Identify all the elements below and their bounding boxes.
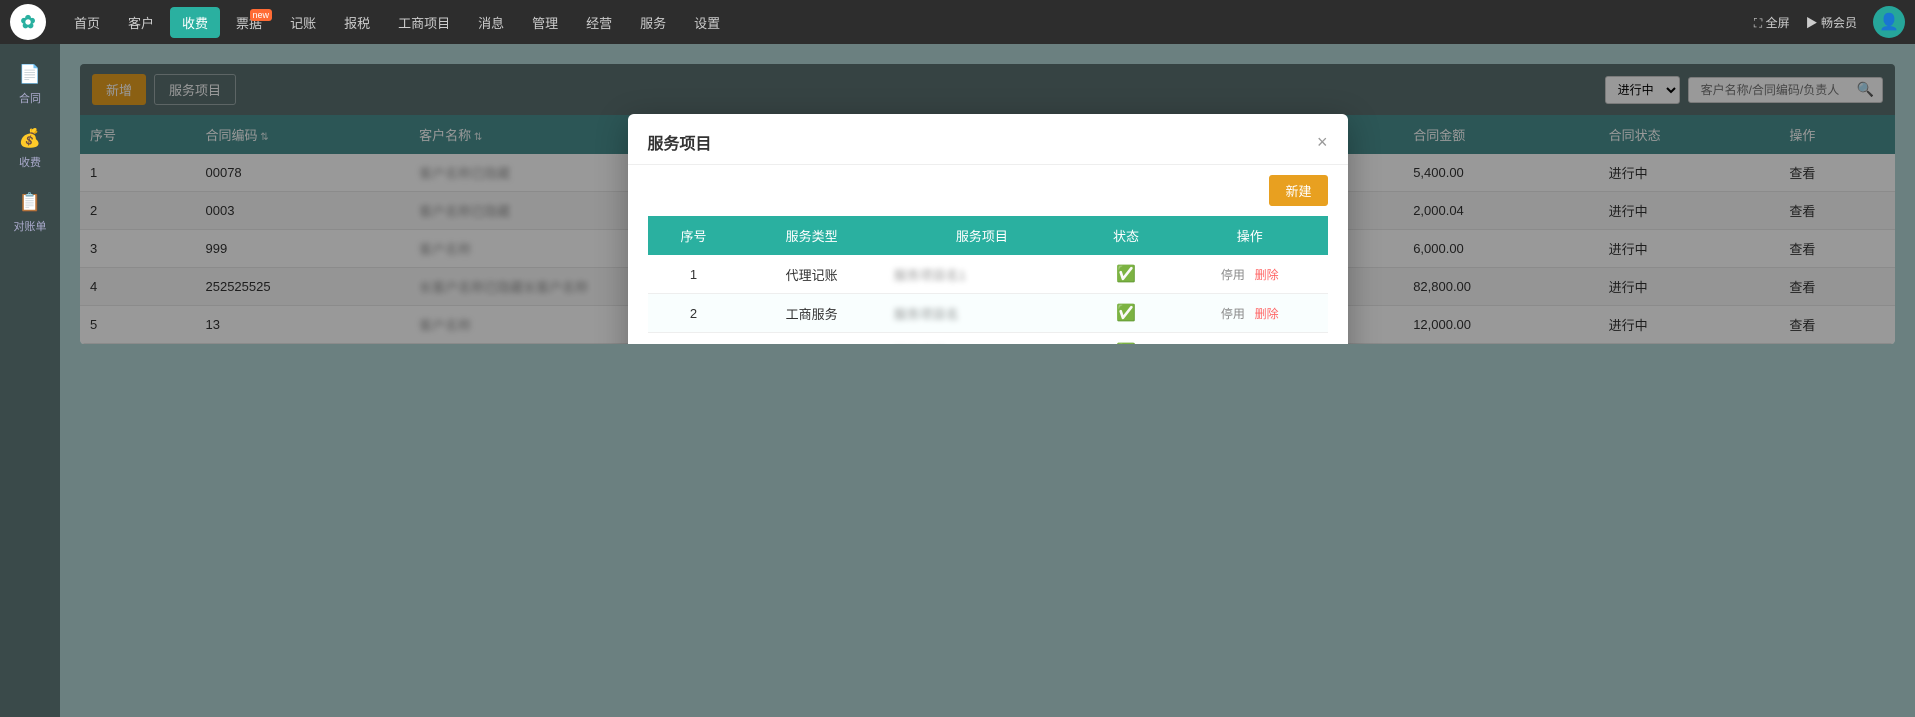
top-navigation: ✿ 首页 客户 收费 票据 new 记账 报税 工商项目 消息 管理 经营 服务… — [0, 0, 1915, 44]
stop-button[interactable]: 停用 — [1221, 268, 1245, 282]
modal-cell-op: 停用 删除 — [1172, 294, 1327, 333]
status-check-icon: ✅ — [1116, 305, 1136, 322]
nav-service[interactable]: 服务 — [628, 7, 678, 38]
service-items-table: 序号 服务类型 服务项目 状态 操作 1 代理记账 — [648, 216, 1328, 344]
modal-cell-type: 代理记账 — [740, 255, 884, 294]
nav-items: 首页 客户 收费 票据 new 记账 报税 工商项目 消息 管理 经营 服务 设… — [62, 7, 1754, 38]
modal-toolbar: 新建 — [628, 165, 1348, 216]
nav-industry[interactable]: 工商项目 — [386, 7, 462, 38]
modal-new-button[interactable]: 新建 — [1269, 175, 1327, 206]
modal-cell-item: 服务项目名1 — [884, 255, 1080, 294]
modal-col-no: 序号 — [648, 216, 740, 255]
status-check-icon: ✅ — [1116, 266, 1136, 283]
modal-col-op: 操作 — [1172, 216, 1327, 255]
modal-cell-status: ✅ — [1080, 255, 1172, 294]
modal-cell-op: 停用 删除 — [1172, 255, 1327, 294]
modal-table-row: 2 工商服务 服务项目名 ✅ 停用 删除 — [648, 294, 1328, 333]
fullscreen-btn[interactable]: ⛶ 全屏 — [1754, 14, 1790, 31]
main-layout: 📄 合同 💰 收费 📋 对账单 新增 服务项目 进行中 全部 已结束 — [0, 44, 1915, 717]
left-sidebar: 📄 合同 💰 收费 📋 对账单 — [0, 44, 60, 717]
modal-cell-item: 服务项目名 — [884, 294, 1080, 333]
nav-right: ⛶ 全屏 ▶ 畅会员 👤 — [1754, 6, 1905, 38]
content-area: 新增 服务项目 进行中 全部 已结束 🔍 — [60, 44, 1915, 717]
contract-icon: 📄 — [18, 62, 42, 86]
modal-overlay: 服务项目 × 新建 序号 服务类型 服务项目 — [80, 64, 1895, 344]
new-badge: new — [250, 9, 273, 21]
modal-header: 服务项目 × — [628, 114, 1348, 165]
sidebar-item-fees[interactable]: 💰 收费 — [2, 118, 58, 178]
logo: ✿ — [10, 4, 46, 40]
modal-cell-status: ✅ — [1080, 333, 1172, 345]
sidebar-item-contract-label: 合同 — [19, 90, 41, 106]
stop-button[interactable]: 停用 — [1221, 307, 1245, 321]
nav-settings[interactable]: 设置 — [682, 7, 732, 38]
delete-button[interactable]: 删除 — [1255, 268, 1279, 282]
nav-fees[interactable]: 收费 — [170, 7, 220, 38]
modal-table-row: 3 工商服务 服务项目 ✅ 停用 删除 — [648, 333, 1328, 345]
sidebar-item-statement[interactable]: 📋 对账单 — [2, 182, 58, 242]
main-panel: 新增 服务项目 进行中 全部 已结束 🔍 — [80, 64, 1895, 344]
modal-cell-no: 2 — [648, 294, 740, 333]
delete-button[interactable]: 删除 — [1255, 307, 1279, 321]
sidebar-item-statement-label: 对账单 — [14, 218, 47, 234]
statement-icon: 📋 — [18, 190, 42, 214]
nav-operate[interactable]: 经营 — [574, 7, 624, 38]
modal-cell-type: 工商服务 — [740, 294, 884, 333]
modal-cell-op: 停用 删除 — [1172, 333, 1327, 345]
nav-tax[interactable]: 报税 — [332, 7, 382, 38]
modal-cell-no: 3 — [648, 333, 740, 345]
modal-col-status: 状态 — [1080, 216, 1172, 255]
modal-table-row: 1 代理记账 服务项目名1 ✅ 停用 删除 — [648, 255, 1328, 294]
modal-cell-no: 1 — [648, 255, 740, 294]
sidebar-item-fees-label: 收费 — [19, 154, 41, 170]
nav-customer[interactable]: 客户 — [116, 7, 166, 38]
modal-table-wrap: 序号 服务类型 服务项目 状态 操作 1 代理记账 — [628, 216, 1348, 344]
modal-cell-item: 服务项目 — [884, 333, 1080, 345]
member-btn[interactable]: ▶ 畅会员 — [1806, 14, 1857, 31]
modal-cell-status: ✅ — [1080, 294, 1172, 333]
nav-message[interactable]: 消息 — [466, 7, 516, 38]
fees-icon: 💰 — [18, 126, 42, 150]
modal-close-button[interactable]: × — [1317, 133, 1328, 151]
nav-invoice[interactable]: 票据 new — [224, 7, 274, 38]
nav-bookkeeping[interactable]: 记账 — [278, 7, 328, 38]
modal-col-item: 服务项目 — [884, 216, 1080, 255]
modal-title: 服务项目 — [648, 130, 712, 154]
user-avatar[interactable]: 👤 — [1873, 6, 1905, 38]
modal-cell-type: 工商服务 — [740, 333, 884, 345]
nav-manage[interactable]: 管理 — [520, 7, 570, 38]
nav-home[interactable]: 首页 — [62, 7, 112, 38]
modal-col-type: 服务类型 — [740, 216, 884, 255]
modal-dialog: 服务项目 × 新建 序号 服务类型 服务项目 — [628, 114, 1348, 344]
sidebar-item-contract[interactable]: 📄 合同 — [2, 54, 58, 114]
